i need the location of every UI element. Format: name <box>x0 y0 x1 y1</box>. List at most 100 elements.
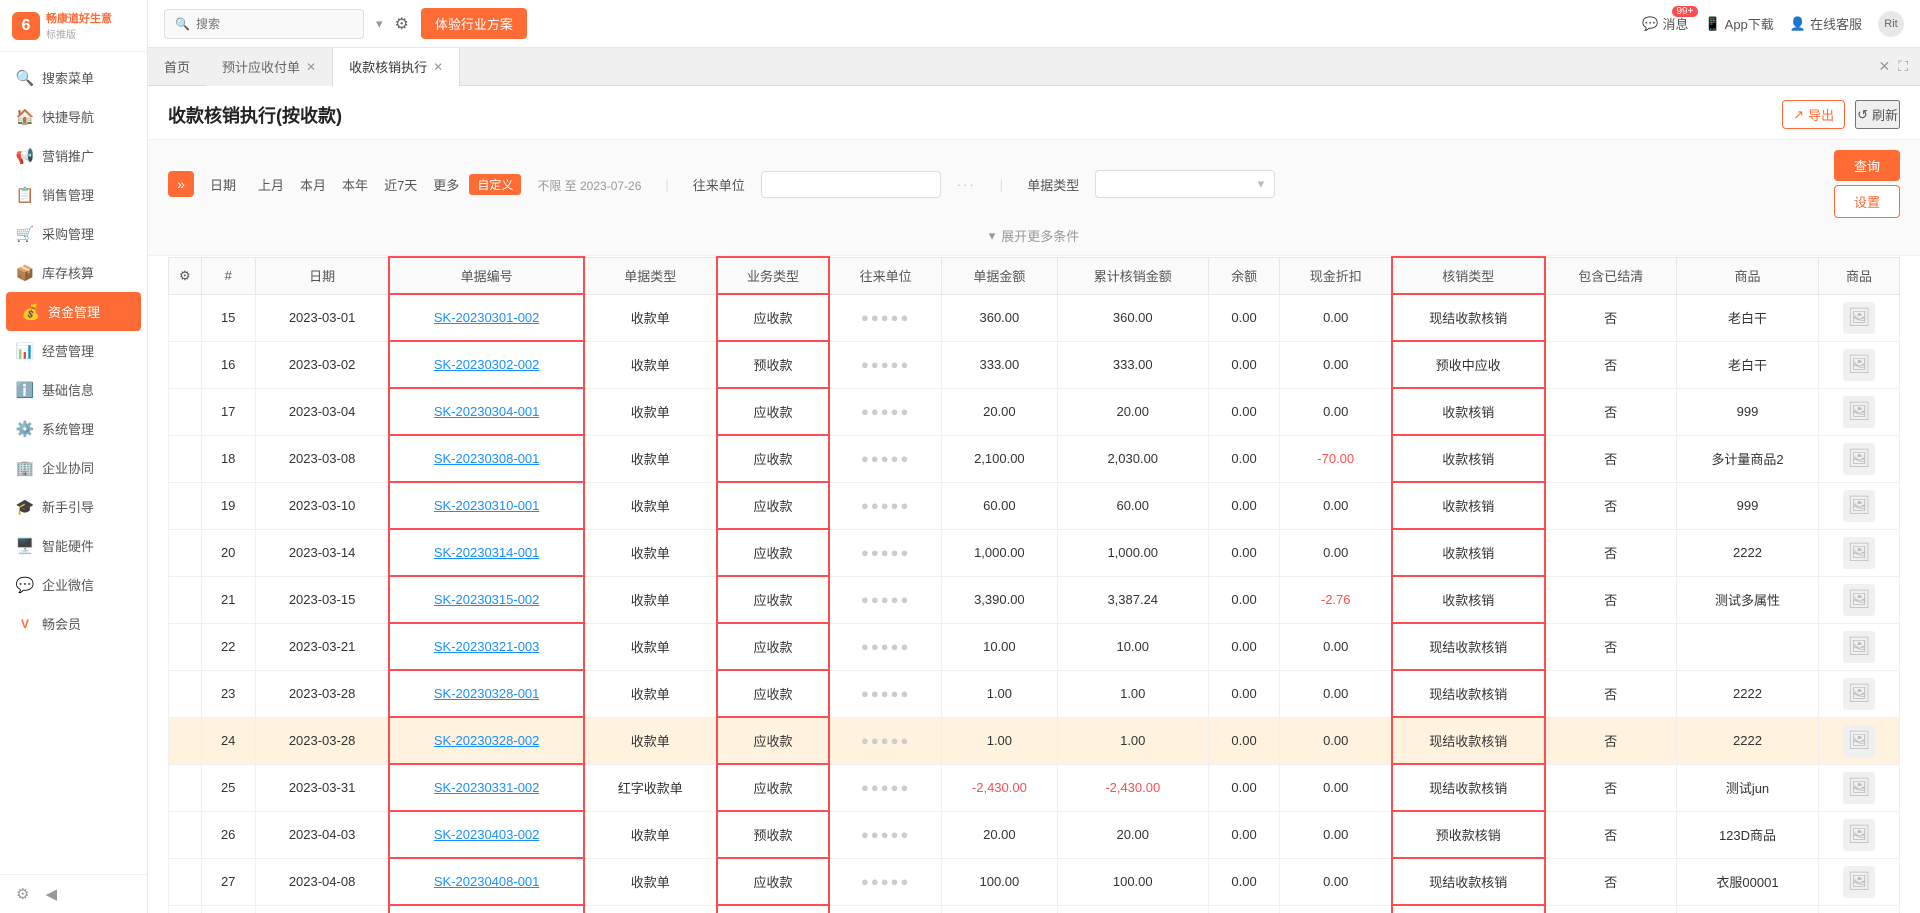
sidebar-item-member[interactable]: V 畅会员 <box>0 604 147 643</box>
last-month-btn[interactable]: 上月 <box>252 173 290 196</box>
cell-docno[interactable]: SK-20230301-002 <box>389 294 583 341</box>
cell-goods: 2222 <box>1676 905 1818 913</box>
cell-biztype: 应收款 <box>717 717 830 764</box>
cell-goodsimg: 🖼 <box>1819 670 1900 717</box>
cell-doctype: 收款单 <box>584 811 717 858</box>
sidebar-item-operation[interactable]: 📊 经营管理 <box>0 331 147 370</box>
custom-date-btn[interactable]: 自定义 <box>469 174 521 195</box>
cell-biztype: 应收款 <box>717 905 830 913</box>
tab-receivable[interactable]: 预计应收付单 ✕ <box>206 48 333 86</box>
cell-writeofftype: 收款核销 <box>1392 388 1545 435</box>
tab-close-writeoff[interactable]: ✕ <box>433 60 443 74</box>
sidebar-item-basic[interactable]: ℹ️ 基础信息 <box>0 370 147 409</box>
cell-writeofftype: 现结收款核销 <box>1392 905 1545 913</box>
cell-cashdiscount: 0.00 <box>1280 905 1392 913</box>
goods-thumbnail: 🖼 <box>1843 396 1875 428</box>
tab-writeoff[interactable]: 收款核销执行 ✕ <box>333 48 460 86</box>
sidebar-item-enterprise[interactable]: 🏢 企业协同 <box>0 448 147 487</box>
cell-includesettled: 否 <box>1545 482 1677 529</box>
cell-writeoffamt: 333.00 <box>1057 341 1208 388</box>
sidebar-item-marketing[interactable]: 📢 营销推广 <box>0 136 147 175</box>
collapse-icon[interactable]: ◀ <box>45 885 57 903</box>
cell-date: 2023-03-14 <box>255 529 389 576</box>
cell-biztype: 应收款 <box>717 670 830 717</box>
cell-cashdiscount: 0.00 <box>1280 670 1392 717</box>
table-row: 26 2023-04-03 SK-20230403-002 收款单 预收款 ●●… <box>169 811 1900 858</box>
app-download-button[interactable]: 📱 App下载 <box>1704 14 1773 33</box>
col-doctype: 单据类型 <box>584 257 717 294</box>
cell-biztype: 应收款 <box>717 529 830 576</box>
col-gear[interactable]: ⚙ <box>169 257 202 294</box>
last-7days-btn[interactable]: 近7天 <box>378 173 423 196</box>
sidebar-item-purchase[interactable]: 🛒 采购管理 <box>0 214 147 253</box>
cell-partner: ●●●●● <box>829 764 941 811</box>
cell-includesettled: 否 <box>1545 388 1677 435</box>
search-input[interactable] <box>196 17 353 31</box>
more-date-btn[interactable]: 更多 <box>427 173 465 196</box>
cell-goodsimg: 🖼 <box>1819 529 1900 576</box>
tab-close-all-icon[interactable]: ✕ <box>1878 58 1890 75</box>
refresh-button[interactable]: ↺ 刷新 <box>1855 100 1900 129</box>
cell-includesettled: 否 <box>1545 435 1677 482</box>
sidebar-item-newbie[interactable]: 🎓 新手引导 <box>0 487 147 526</box>
industry-solution-button[interactable]: 体验行业方案 <box>421 8 527 39</box>
newbie-icon: 🎓 <box>16 498 34 516</box>
cell-writeoffamt: 20.00 <box>1057 388 1208 435</box>
cell-docno[interactable]: SK-20230331-002 <box>389 764 583 811</box>
topbar-gear-icon[interactable]: ⚙ <box>395 14 409 34</box>
cell-docno[interactable]: SK-20230403-002 <box>389 811 583 858</box>
cell-docno[interactable]: SK-20230408-001 <box>389 858 583 905</box>
tab-expand-icon[interactable]: ⛶ <box>1898 58 1908 75</box>
cell-docno[interactable]: SK-20230328-002 <box>389 717 583 764</box>
sidebar-item-sales[interactable]: 📋 销售管理 <box>0 175 147 214</box>
sidebar-item-search[interactable]: 🔍 搜索菜单 <box>0 58 147 97</box>
setting-button[interactable]: 设置 <box>1834 185 1900 218</box>
cell-docno[interactable]: SK-20230302-002 <box>389 341 583 388</box>
cell-goods <box>1676 623 1818 670</box>
sidebar-item-hardware[interactable]: 🖥️ 智能硬件 <box>0 526 147 565</box>
sidebar-item-wechat[interactable]: 💬 企业微信 <box>0 565 147 604</box>
cell-goodsimg: 🖼 <box>1819 764 1900 811</box>
cell-docno[interactable]: SK-20230315-002 <box>389 576 583 623</box>
filter-toggle-button[interactable]: » <box>168 171 194 197</box>
cell-docno[interactable]: SK-20230304-001 <box>389 388 583 435</box>
this-month-btn[interactable]: 本月 <box>294 173 332 196</box>
basic-icon: ℹ️ <box>16 381 34 399</box>
doc-type-select[interactable]: ▾ <box>1095 170 1275 198</box>
message-button[interactable]: 💬 消息 99+ <box>1642 14 1688 33</box>
table-container: ⚙ # 日期 单据编号 单据类型 业务类型 往来单位 单据金额 累计核销金额 余… <box>148 256 1920 913</box>
cell-date: 2023-03-21 <box>255 623 389 670</box>
cell-includesettled: 否 <box>1545 576 1677 623</box>
dropdown-arrow-icon[interactable]: ▾ <box>376 16 383 32</box>
settings-icon[interactable]: ⚙ <box>16 885 29 903</box>
this-year-btn[interactable]: 本年 <box>336 173 374 196</box>
sidebar-item-inventory[interactable]: 📦 库存核算 <box>0 253 147 292</box>
cell-docno[interactable]: SK-20230328-001 <box>389 670 583 717</box>
cell-docno[interactable]: SK-20230321-003 <box>389 623 583 670</box>
cell-cashdiscount: 0.00 <box>1280 482 1392 529</box>
cell-doctype: 收款单 <box>584 482 717 529</box>
goods-thumbnail: 🖼 <box>1843 490 1875 522</box>
cell-docno[interactable]: SK-20230308-001 <box>389 435 583 482</box>
cell-date: 2023-04-18 <box>255 905 389 913</box>
goods-thumbnail: 🖼 <box>1843 584 1875 616</box>
tab-home[interactable]: 首页 <box>148 48 206 86</box>
col-balance: 余额 <box>1208 257 1280 294</box>
cell-rownum: 24 <box>201 717 255 764</box>
partner-input[interactable] <box>761 171 941 198</box>
cell-docno[interactable]: SK-20230418-001 <box>389 905 583 913</box>
query-button[interactable]: 查询 <box>1834 150 1900 181</box>
table-row: 17 2023-03-04 SK-20230304-001 收款单 应收款 ●●… <box>169 388 1900 435</box>
expand-more-button[interactable]: ▾ 展开更多条件 <box>168 226 1900 245</box>
online-service-button[interactable]: 👤 在线客服 <box>1790 14 1862 33</box>
sidebar-item-finance[interactable]: 💰 资金管理 <box>6 292 141 331</box>
sidebar-item-guide[interactable]: 🏠 快捷导航 <box>0 97 147 136</box>
cell-docno[interactable]: SK-20230314-001 <box>389 529 583 576</box>
cell-goodsimg: 🖼 <box>1819 341 1900 388</box>
user-avatar[interactable]: Rit <box>1878 11 1904 37</box>
export-button[interactable]: ↗ 导出 <box>1782 100 1845 129</box>
tab-close-receivable[interactable]: ✕ <box>306 60 316 74</box>
cell-cashdiscount: 0.00 <box>1280 858 1392 905</box>
sidebar-item-system[interactable]: ⚙️ 系统管理 <box>0 409 147 448</box>
cell-docno[interactable]: SK-20230310-001 <box>389 482 583 529</box>
